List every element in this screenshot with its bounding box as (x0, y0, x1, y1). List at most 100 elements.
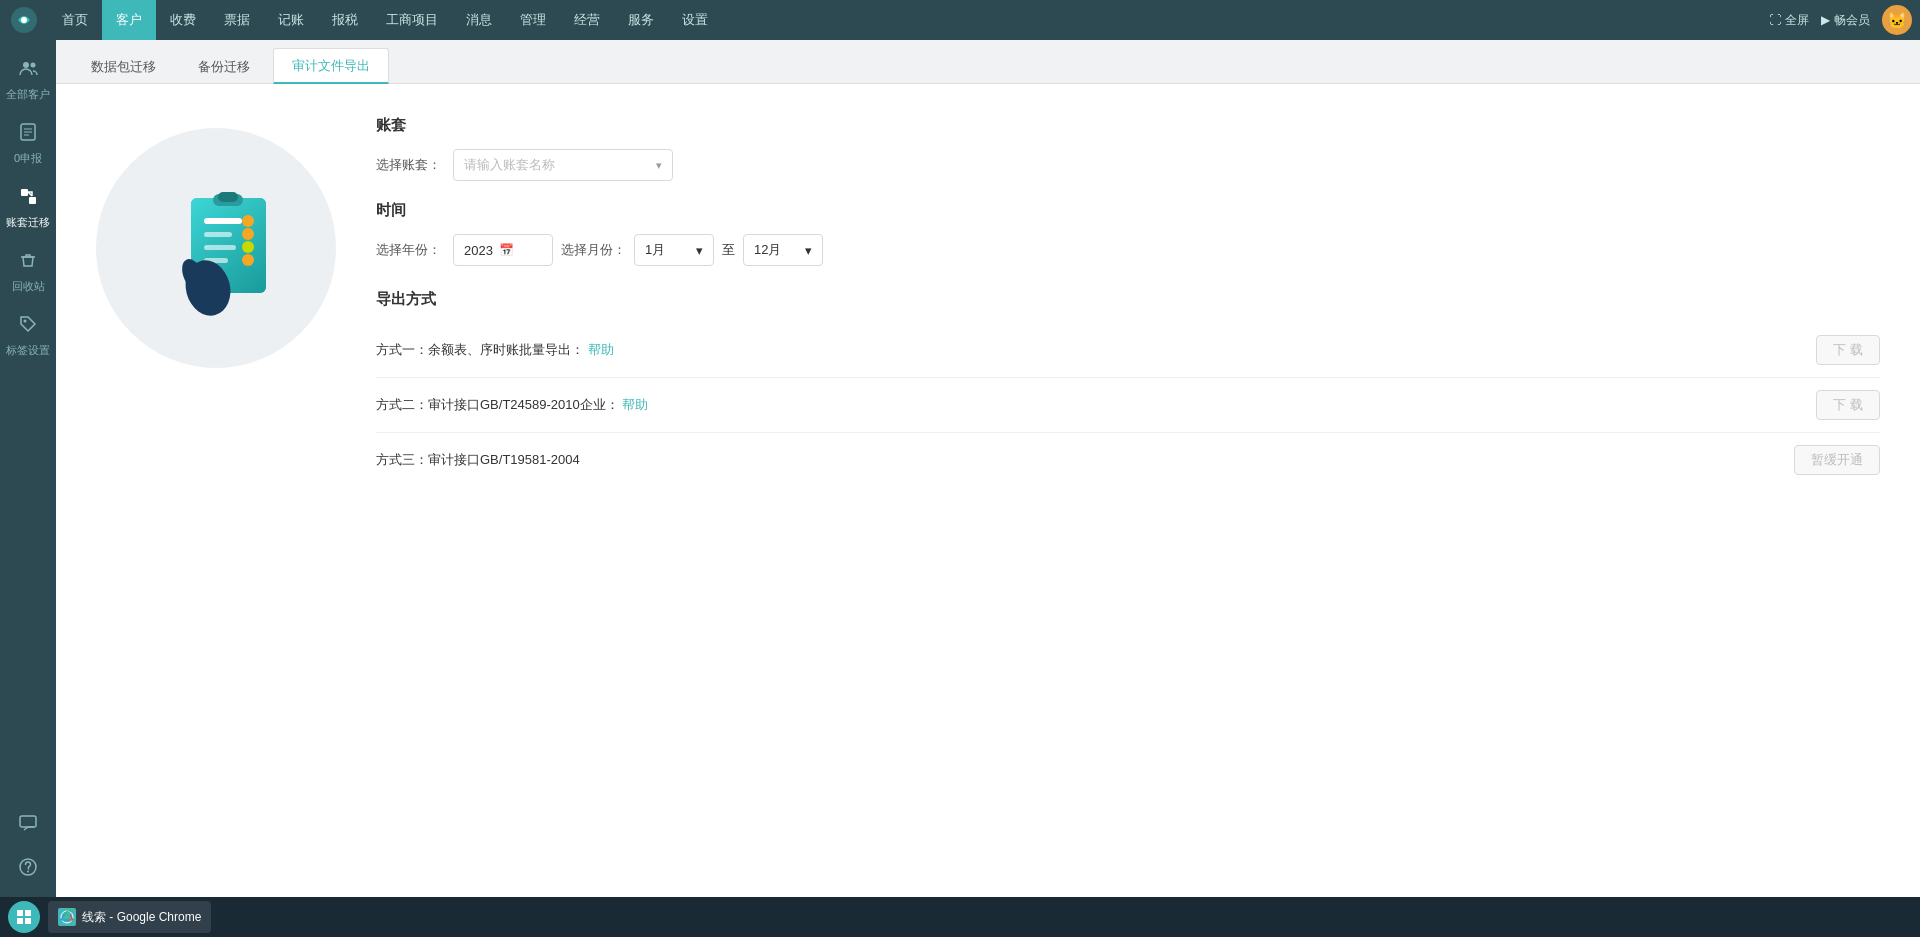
svg-rect-6 (29, 197, 36, 204)
fullscreen-label: 全屏 (1785, 12, 1809, 29)
sidebar-item-migration[interactable]: 账套迁移 (0, 176, 56, 240)
chevron-down-icon: ▾ (656, 159, 662, 172)
member-button[interactable]: ▶ 畅会员 (1821, 12, 1870, 29)
tab-audit-export[interactable]: 审计文件导出 (273, 48, 389, 84)
fullscreen-icon: ⛶ (1769, 13, 1781, 27)
sidebar-item-recycle[interactable]: 回收站 (0, 240, 56, 304)
nav-invoice[interactable]: 票据 (210, 0, 264, 40)
export-section: 导出方式 方式一：余额表、序时账批量导出： 帮助 下 载 方式二：审计接口GB/… (376, 290, 1880, 487)
account-select-label: 选择账套： (376, 156, 441, 174)
export-method-2: 方式二：审计接口GB/T24589-2010企业： 帮助 下 载 (376, 378, 1880, 433)
month-label: 选择月份： (561, 241, 626, 259)
calendar-icon: 📅 (499, 243, 514, 257)
svg-rect-28 (25, 918, 31, 924)
svg-point-7 (24, 320, 27, 323)
month-from-select[interactable]: 1月 ▾ (634, 234, 714, 266)
nav-customer[interactable]: 客户 (102, 0, 156, 40)
chrome-icon (58, 908, 76, 926)
nav-message[interactable]: 消息 (452, 0, 506, 40)
main-layout: 全部客户 0申报 账套迁移 (0, 40, 1920, 897)
sidebar: 全部客户 0申报 账套迁移 (0, 40, 56, 897)
sidebar-label-allcustomers: 全部客户 (6, 87, 50, 102)
year-input[interactable]: 2023 📅 (453, 234, 553, 266)
method-2-help-link[interactable]: 帮助 (622, 397, 648, 412)
member-label: 畅会员 (1834, 12, 1870, 29)
nav-accounting[interactable]: 记账 (264, 0, 318, 40)
sidebar-label-tagsettings: 标签设置 (6, 343, 50, 358)
top-nav: 首页 客户 收费 票据 记账 报税 工商项目 消息 管理 经营 服务 设置 ⛶ … (0, 0, 1920, 40)
export-method-1: 方式一：余额表、序时账批量导出： 帮助 下 载 (376, 323, 1880, 378)
export-method-3: 方式三：审计接口GB/T19581-2004 暂缓开通 (376, 433, 1880, 487)
method-3-text: 方式三：审计接口GB/T19581-2004 (376, 451, 580, 469)
month-from-value: 1月 (645, 241, 665, 259)
sidebar-label-migration: 账套迁移 (6, 215, 50, 230)
year-value: 2023 (464, 243, 493, 258)
svg-rect-5 (21, 189, 28, 196)
taskbar-browser-label: 线索 - Google Chrome (82, 909, 201, 926)
account-section-title: 账套 (376, 116, 1880, 135)
svg-rect-26 (25, 910, 31, 916)
sidebar-label-recycle: 回收站 (12, 279, 45, 294)
account-select-row: 选择账套： 请输入账套名称 ▾ (376, 149, 1880, 181)
content-area: 数据包迁移 备份迁移 审计文件导出 (56, 40, 1920, 897)
sidebar-label-zerodeclaration: 0申报 (14, 151, 42, 166)
method-2-text: 方式二：审计接口GB/T24589-2010企业： 帮助 (376, 396, 648, 414)
time-row: 选择年份： 2023 📅 选择月份： 1月 ▾ 至 12月 (376, 234, 1880, 266)
sidebar-item-zerodeclaration[interactable]: 0申报 (0, 112, 56, 176)
svg-point-18 (242, 228, 254, 240)
member-icon: ▶ (1821, 13, 1830, 27)
nav-fee[interactable]: 收费 (156, 0, 210, 40)
year-label: 选择年份： (376, 241, 441, 259)
nav-home[interactable]: 首页 (48, 0, 102, 40)
illustration-circle (96, 128, 336, 368)
svg-point-19 (242, 241, 254, 253)
svg-rect-14 (204, 232, 232, 237)
svg-rect-13 (204, 218, 242, 224)
method-1-download-button[interactable]: 下 载 (1816, 335, 1880, 365)
svg-point-1 (21, 17, 27, 23)
method-2-label: 方式二：审计接口GB/T24589-2010企业： (376, 397, 619, 412)
nav-settings[interactable]: 设置 (668, 0, 722, 40)
tab-bar: 数据包迁移 备份迁移 审计文件导出 (56, 40, 1920, 84)
svg-point-10 (27, 871, 29, 873)
taskbar-browser-item[interactable]: 线索 - Google Chrome (48, 901, 211, 933)
sidebar-item-tagsettings[interactable]: 标签设置 (0, 304, 56, 368)
time-section-title: 时间 (376, 201, 1880, 220)
method-2-download-button[interactable]: 下 载 (1816, 390, 1880, 420)
sidebar-item-allcustomers[interactable]: 全部客户 (0, 48, 56, 112)
help-icon-btn[interactable] (0, 849, 56, 885)
avatar[interactable]: 🐱 (1882, 5, 1912, 35)
taskbar-start-button[interactable] (8, 901, 40, 933)
svg-rect-15 (204, 245, 236, 250)
nav-service[interactable]: 服务 (614, 0, 668, 40)
nav-operation[interactable]: 经营 (560, 0, 614, 40)
month-from-arrow: ▾ (696, 243, 703, 258)
app-logo[interactable] (8, 4, 40, 36)
tab-backup-migration[interactable]: 备份迁移 (179, 48, 269, 84)
svg-rect-27 (17, 918, 23, 924)
taskbar: 线索 - Google Chrome (0, 897, 1920, 937)
nav-items: 首页 客户 收费 票据 记账 报税 工商项目 消息 管理 经营 服务 设置 (48, 0, 1769, 40)
method-1-text: 方式一：余额表、序时账批量导出： 帮助 (376, 341, 614, 359)
nav-manage[interactable]: 管理 (506, 0, 560, 40)
chat-icon-btn[interactable] (0, 805, 56, 841)
tagsettings-icon (18, 314, 38, 339)
nav-tax[interactable]: 报税 (318, 0, 372, 40)
illustration-area (96, 108, 336, 873)
migration-icon (18, 186, 38, 211)
month-to-select[interactable]: 12月 ▾ (743, 234, 823, 266)
tab-data-migration[interactable]: 数据包迁移 (72, 48, 175, 84)
svg-point-3 (31, 63, 36, 68)
method-3-open-button[interactable]: 暂缓开通 (1794, 445, 1880, 475)
method-1-label: 方式一：余额表、序时账批量导出： (376, 342, 584, 357)
fullscreen-button[interactable]: ⛶ 全屏 (1769, 12, 1809, 29)
page-content: 账套 选择账套： 请输入账套名称 ▾ 时间 选择年份： 2023 📅 (56, 84, 1920, 897)
method-1-help-link[interactable]: 帮助 (588, 342, 614, 357)
to-text: 至 (722, 241, 735, 259)
nav-business[interactable]: 工商项目 (372, 0, 452, 40)
method-3-label: 方式三：审计接口GB/T19581-2004 (376, 452, 580, 467)
time-inputs: 2023 📅 选择月份： 1月 ▾ 至 12月 ▾ (453, 234, 823, 266)
account-select[interactable]: 请输入账套名称 ▾ (453, 149, 673, 181)
zerodeclaration-icon (18, 122, 38, 147)
month-to-arrow: ▾ (805, 243, 812, 258)
